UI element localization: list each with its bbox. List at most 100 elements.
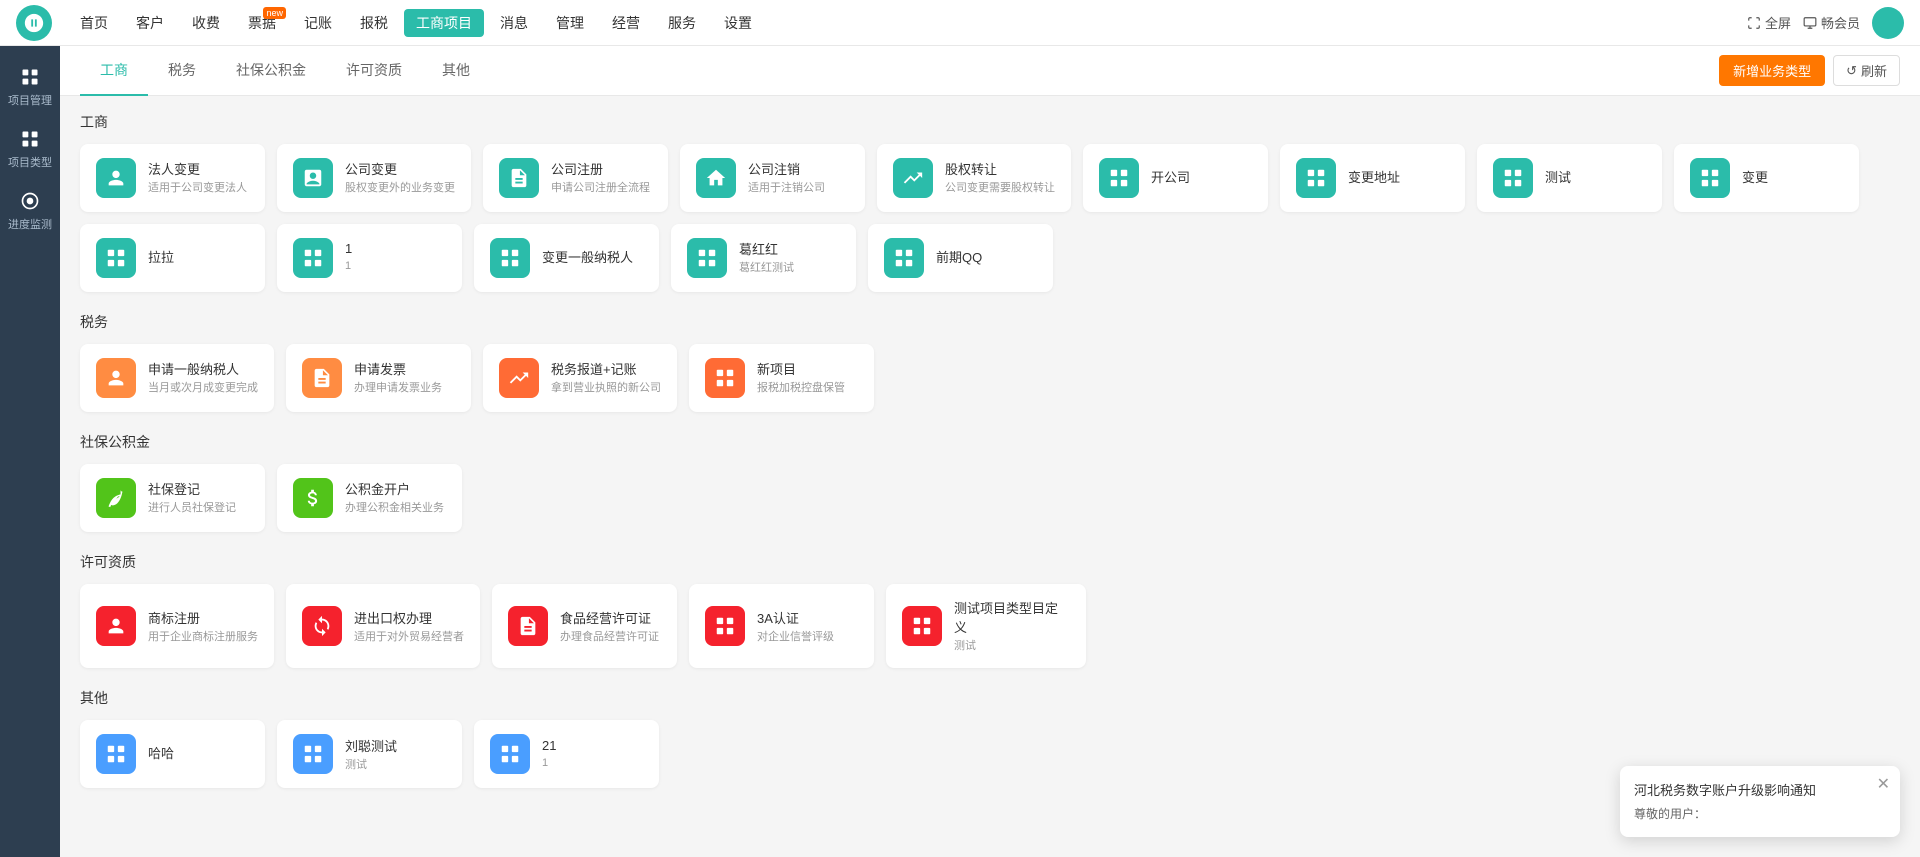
card-gupuanzhuanrang[interactable]: 股权转让 公司变更需要股权转让 (877, 144, 1071, 212)
nav-messages[interactable]: 消息 (488, 9, 540, 37)
card-icon-shebao-dengji (96, 478, 136, 518)
nav-settings[interactable]: 设置 (712, 9, 764, 37)
section-title-shebao: 社保公积金 (80, 432, 1900, 452)
nav-tickets[interactable]: 票据 new (236, 9, 288, 37)
content-area: 工商 法人变更 适用于公司变更法人 公司变更 股权变更外的业务变更 (60, 96, 1920, 824)
card-shenqing-fapiao[interactable]: 申请发票 办理申请发票业务 (286, 344, 471, 412)
nav-home[interactable]: 首页 (68, 9, 120, 37)
nav-bookkeeping[interactable]: 记账 (292, 9, 344, 37)
card-icon-liucong-test (293, 734, 333, 774)
card-liucong-test[interactable]: 刘聪测试 测试 (277, 720, 462, 788)
card-shenqing-shuirenjuan[interactable]: 申请一般纳税人 当月或次月成变更完成 (80, 344, 274, 412)
card-shuiwu-baodao[interactable]: 税务报道+记账 拿到营业执照的新公司 (483, 344, 677, 412)
refresh-icon: ↺ (1846, 63, 1857, 79)
new-business-type-button[interactable]: 新增业务类型 (1719, 55, 1825, 86)
nav-customer[interactable]: 客户 (124, 9, 176, 37)
sidebar-item-project-management[interactable]: 项目管理 (0, 56, 60, 118)
card-icon-lala (96, 238, 136, 278)
notification-body: 尊敬的用户： (1634, 805, 1886, 823)
card-icon-faziren (96, 158, 136, 198)
notification-title: 河北税务数字账户升级影响通知 (1634, 780, 1886, 799)
main-content: 工商 税务 社保公积金 许可资质 其他 新增业务类型 ↺ 刷新 工商 法人变 (60, 46, 1920, 857)
notification-popup: ✕ 河北税务数字账户升级影响通知 尊敬的用户： (1620, 766, 1900, 837)
card-icon-kaigongsi (1099, 158, 1139, 198)
member-button[interactable]: 畅会员 (1803, 13, 1860, 32)
card-kaigongsi[interactable]: 开公司 (1083, 144, 1268, 212)
card-icon-gongsizuxiao (696, 158, 736, 198)
cards-grid-shuiwu: 申请一般纳税人 当月或次月成变更完成 申请发票 办理申请发票业务 税务报道+ (80, 344, 1900, 412)
card-gongsizhuche[interactable]: 公司注册 申请公司注册全流程 (483, 144, 668, 212)
card-icon-qianqiQQ (884, 238, 924, 278)
section-title-qita: 其他 (80, 688, 1900, 708)
nav-menu: 首页 客户 收费 票据 new 记账 报税 工商项目 消息 管理 经营 服务 设… (68, 9, 1747, 37)
cards-grid-xuke: 商标注册 用于企业商标注册服务 进出口权办理 适用于对外贸易经营者 食品经营 (80, 584, 1900, 668)
card-biangeng[interactable]: 变更 (1674, 144, 1859, 212)
refresh-button[interactable]: ↺ 刷新 (1833, 55, 1900, 86)
card-faziren[interactable]: 法人变更 适用于公司变更法人 (80, 144, 265, 212)
card-icon-shipin-xuke (508, 606, 548, 646)
monitor-icon (19, 190, 41, 212)
card-icon-jinchukouquan (302, 606, 342, 646)
card-biangeng-shuirenjuan[interactable]: 变更一般纳税人 (474, 224, 659, 292)
sidebar-label-project: 项目管理 (8, 92, 52, 108)
card-jinchukouquan[interactable]: 进出口权办理 适用于对外贸易经营者 (286, 584, 480, 668)
card-gongjijin-kaihu[interactable]: 公积金开户 办理公积金相关业务 (277, 464, 462, 532)
card-ceshi[interactable]: 测试 (1477, 144, 1662, 212)
card-icon-ceshi-xiangmu-leixing (902, 606, 942, 646)
notification-close-button[interactable]: ✕ (1877, 774, 1890, 794)
user-avatar[interactable] (1872, 7, 1904, 39)
cards-grid-shebao: 社保登记 进行人员社保登记 公积金开户 办理公积金相关业务 (80, 464, 1900, 532)
tab-actions: 新增业务类型 ↺ 刷新 (1719, 55, 1900, 86)
tab-shebao[interactable]: 社保公积金 (216, 46, 326, 96)
card-icon-biangeng-shuirenjuan (490, 238, 530, 278)
grid-icon (19, 66, 41, 88)
card-num1[interactable]: 1 1 (277, 224, 462, 292)
tab-gongshang[interactable]: 工商 (80, 46, 148, 96)
card-icon-gongsibiange (293, 158, 333, 198)
card-haha[interactable]: 哈哈 (80, 720, 265, 788)
tab-shuiwu[interactable]: 税务 (148, 46, 216, 96)
card-icon-gupuanzhuanrang (893, 158, 933, 198)
nav-management[interactable]: 管理 (544, 9, 596, 37)
tab-qita[interactable]: 其他 (422, 46, 490, 96)
card-gehonghong[interactable]: 葛红红 葛红红测试 (671, 224, 856, 292)
top-navigation: 首页 客户 收费 票据 new 记账 报税 工商项目 消息 管理 经营 服务 设… (0, 0, 1920, 46)
card-gongsizuxiao[interactable]: 公司注销 适用于注销公司 (680, 144, 865, 212)
nav-services[interactable]: 服务 (656, 9, 708, 37)
sidebar: 项目管理 项目类型 进度监测 (0, 46, 60, 857)
sidebar-item-progress[interactable]: 进度监测 (0, 180, 60, 242)
cards-grid-gongshang: 法人变更 适用于公司变更法人 公司变更 股权变更外的业务变更 公司注册 (80, 144, 1900, 292)
card-icon-haha (96, 734, 136, 774)
fullscreen-button[interactable]: 全屏 (1747, 13, 1791, 32)
card-lala[interactable]: 拉拉 (80, 224, 265, 292)
tab-xuke[interactable]: 许可资质 (326, 46, 422, 96)
card-biangengdizhi[interactable]: 变更地址 (1280, 144, 1465, 212)
card-ceshi-xiangmu-leixing[interactable]: 测试项目类型目定义 测试 (886, 584, 1086, 668)
app-logo (16, 5, 52, 41)
nav-industrial[interactable]: 工商项目 (404, 9, 484, 37)
card-shipin-xuke[interactable]: 食品经营许可证 办理食品经营许可证 (492, 584, 677, 668)
sidebar-label-progress: 进度监测 (8, 216, 52, 232)
nav-right-section: 全屏 畅会员 (1747, 7, 1904, 39)
card-icon-shenqing-fapiao (302, 358, 342, 398)
card-21[interactable]: 21 1 (474, 720, 659, 788)
nav-operations[interactable]: 经营 (600, 9, 652, 37)
card-qianqiQQ[interactable]: 前期QQ (868, 224, 1053, 292)
tabs: 工商 税务 社保公积金 许可资质 其他 (80, 46, 490, 95)
card-xin-xiangmu[interactable]: 新项目 报税加税控盘保管 (689, 344, 874, 412)
nav-fees[interactable]: 收费 (180, 9, 232, 37)
sidebar-item-project-types[interactable]: 项目类型 (0, 118, 60, 180)
card-shangbiao-zhuce[interactable]: 商标注册 用于企业商标注册服务 (80, 584, 274, 668)
card-3a-renzheng[interactable]: 3A认证 对企业信誉评级 (689, 584, 874, 668)
section-title-shuiwu: 税务 (80, 312, 1900, 332)
nav-tax[interactable]: 报税 (348, 9, 400, 37)
card-icon-gongsizhuche (499, 158, 539, 198)
tab-bar: 工商 税务 社保公积金 许可资质 其他 新增业务类型 ↺ 刷新 (60, 46, 1920, 96)
new-badge: new (263, 7, 286, 19)
card-icon-21 (490, 734, 530, 774)
section-title-xuke: 许可资质 (80, 552, 1900, 572)
list-icon (19, 128, 41, 150)
card-shebao-dengji[interactable]: 社保登记 进行人员社保登记 (80, 464, 265, 532)
card-gongsibiange[interactable]: 公司变更 股权变更外的业务变更 (277, 144, 471, 212)
card-icon-3a-renzheng (705, 606, 745, 646)
